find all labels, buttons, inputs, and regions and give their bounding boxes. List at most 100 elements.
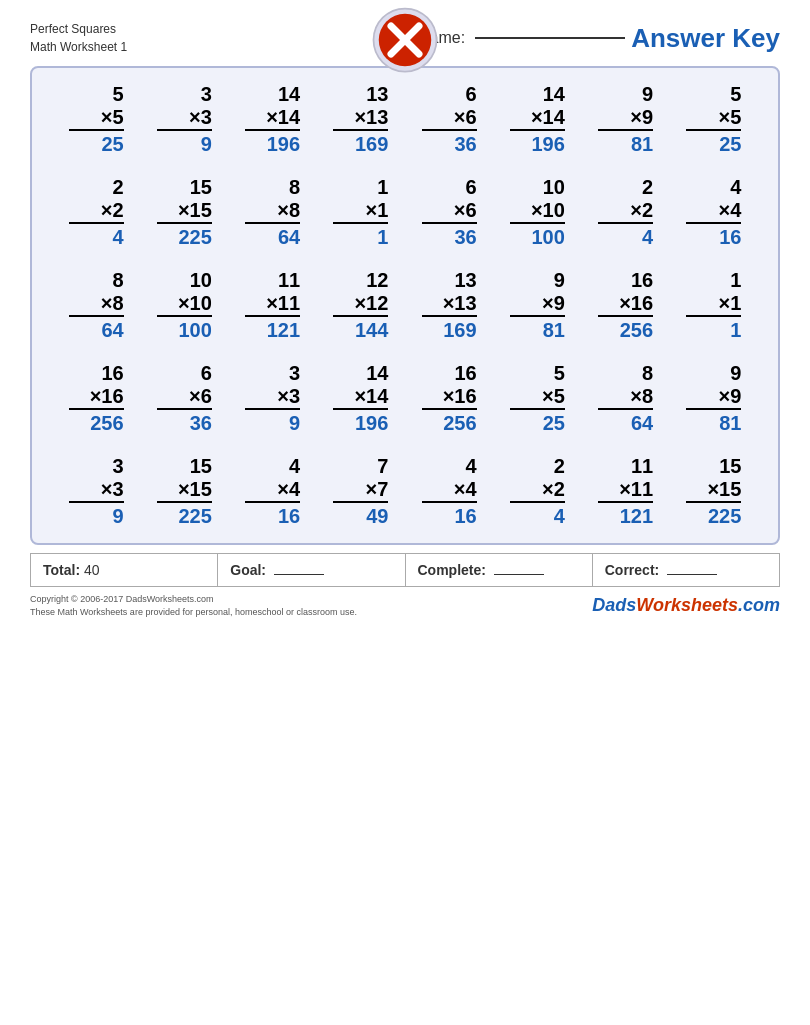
page: Perfect Squares Math Worksheet 1 Name: A… — [0, 0, 810, 1025]
top-num-1-1: 15 — [190, 176, 212, 199]
multiplier-1-2: ×8 — [277, 199, 300, 222]
problem-4-7: 15×15225 — [686, 455, 741, 528]
answer-4-6: 121 — [598, 501, 653, 528]
problem-2-6: 16×16256 — [598, 269, 653, 342]
answer-0-7: 25 — [686, 129, 741, 156]
correct-blank[interactable] — [667, 574, 717, 575]
multiplier-0-0: ×5 — [101, 106, 124, 129]
multiplier-4-3: ×7 — [366, 478, 389, 501]
problem-4-5: 2×24 — [510, 455, 565, 528]
top-num-2-1: 10 — [190, 269, 212, 292]
top-num-1-4: 6 — [466, 176, 477, 199]
top-num-1-3: 1 — [377, 176, 388, 199]
top-num-4-7: 15 — [719, 455, 741, 478]
problem-1-7: 4×416 — [686, 176, 741, 249]
problem-2-2: 11×11121 — [245, 269, 300, 342]
top-num-4-1: 15 — [190, 455, 212, 478]
multiplier-4-4: ×4 — [454, 478, 477, 501]
answer-1-3: 1 — [333, 222, 388, 249]
footer-box: Total: 40 Goal: Complete: Correct: — [30, 553, 780, 587]
problem-row-4: 3×3915×152254×4167×7494×4162×2411×111211… — [52, 455, 758, 528]
logo: DadsWorksheets.com — [592, 595, 780, 616]
answer-1-4: 36 — [422, 222, 477, 249]
answer-key-section: Name: Answer Key — [418, 23, 780, 54]
multiplier-0-3: ×13 — [354, 106, 388, 129]
answer-2-6: 256 — [598, 315, 653, 342]
answer-0-6: 81 — [598, 129, 653, 156]
name-underline — [475, 37, 625, 39]
multiplier-0-6: ×9 — [630, 106, 653, 129]
total-value: 40 — [84, 562, 100, 578]
multiplier-4-5: ×2 — [542, 478, 565, 501]
multiplier-2-4: ×13 — [443, 292, 477, 315]
multiplier-2-2: ×11 — [266, 292, 300, 315]
top-num-0-3: 13 — [366, 83, 388, 106]
top-num-4-6: 11 — [631, 455, 653, 478]
problem-1-3: 1×11 — [333, 176, 388, 249]
multiplier-4-0: ×3 — [101, 478, 124, 501]
problem-2-5: 9×981 — [510, 269, 565, 342]
copyright-section: Copyright © 2006-2017 DadsWorksheets.com… — [30, 593, 780, 618]
title-line1: Perfect Squares — [30, 20, 127, 38]
top-num-4-3: 7 — [377, 455, 388, 478]
multiplier-3-5: ×5 — [542, 385, 565, 408]
top-num-4-4: 4 — [466, 455, 477, 478]
top-num-0-0: 5 — [113, 83, 124, 106]
problem-4-6: 11×11121 — [598, 455, 653, 528]
logo-work: Worksheets — [636, 595, 738, 615]
multiplier-0-7: ×5 — [719, 106, 742, 129]
multiplier-3-4: ×16 — [443, 385, 477, 408]
answer-4-3: 49 — [333, 501, 388, 528]
problem-3-6: 8×864 — [598, 362, 653, 435]
problem-row-2: 8×86410×1010011×1112112×1214413×131699×9… — [52, 269, 758, 342]
multiplier-3-0: ×16 — [90, 385, 124, 408]
top-num-0-6: 9 — [642, 83, 653, 106]
answer-1-0: 4 — [69, 222, 124, 249]
problem-3-1: 6×636 — [157, 362, 212, 435]
multiplier-0-5: ×14 — [531, 106, 565, 129]
header: Perfect Squares Math Worksheet 1 Name: A… — [30, 20, 780, 56]
copyright-line2: These Math Worksheets are provided for p… — [30, 606, 357, 619]
total-label: Total: — [43, 562, 80, 578]
problem-0-5: 14×14196 — [510, 83, 565, 156]
answer-key-label: Answer Key — [631, 23, 780, 54]
complete-label: Complete: — [418, 562, 486, 578]
answer-0-4: 36 — [422, 129, 477, 156]
top-num-1-6: 2 — [642, 176, 653, 199]
problem-0-6: 9×981 — [598, 83, 653, 156]
complete-blank[interactable] — [494, 574, 544, 575]
footer-total: Total: 40 — [31, 554, 218, 586]
problem-3-5: 5×525 — [510, 362, 565, 435]
problem-3-0: 16×16256 — [69, 362, 124, 435]
top-num-2-2: 11 — [278, 269, 300, 292]
copyright-line1: Copyright © 2006-2017 DadsWorksheets.com — [30, 593, 357, 606]
goal-blank[interactable] — [274, 574, 324, 575]
problem-2-1: 10×10100 — [157, 269, 212, 342]
answer-1-7: 16 — [686, 222, 741, 249]
answer-2-7: 1 — [686, 315, 741, 342]
answer-1-6: 4 — [598, 222, 653, 249]
footer-correct: Correct: — [593, 554, 779, 586]
top-num-3-5: 5 — [554, 362, 565, 385]
problem-row-1: 2×2415×152258×8641×116×63610×101002×244×… — [52, 176, 758, 249]
answer-3-3: 196 — [333, 408, 388, 435]
top-num-1-7: 4 — [730, 176, 741, 199]
top-num-0-2: 14 — [278, 83, 300, 106]
top-num-3-1: 6 — [201, 362, 212, 385]
top-num-0-5: 14 — [543, 83, 565, 106]
multiplier-2-3: ×12 — [354, 292, 388, 315]
problem-0-2: 14×14196 — [245, 83, 300, 156]
answer-2-4: 169 — [422, 315, 477, 342]
problem-4-0: 3×39 — [69, 455, 124, 528]
answer-0-3: 169 — [333, 129, 388, 156]
top-num-2-0: 8 — [113, 269, 124, 292]
answer-0-2: 196 — [245, 129, 300, 156]
answer-4-7: 225 — [686, 501, 741, 528]
problem-4-1: 15×15225 — [157, 455, 212, 528]
problem-0-1: 3×39 — [157, 83, 212, 156]
top-num-3-3: 14 — [366, 362, 388, 385]
answer-3-6: 64 — [598, 408, 653, 435]
answer-2-0: 64 — [69, 315, 124, 342]
answer-4-5: 4 — [510, 501, 565, 528]
problem-2-4: 13×13169 — [422, 269, 477, 342]
